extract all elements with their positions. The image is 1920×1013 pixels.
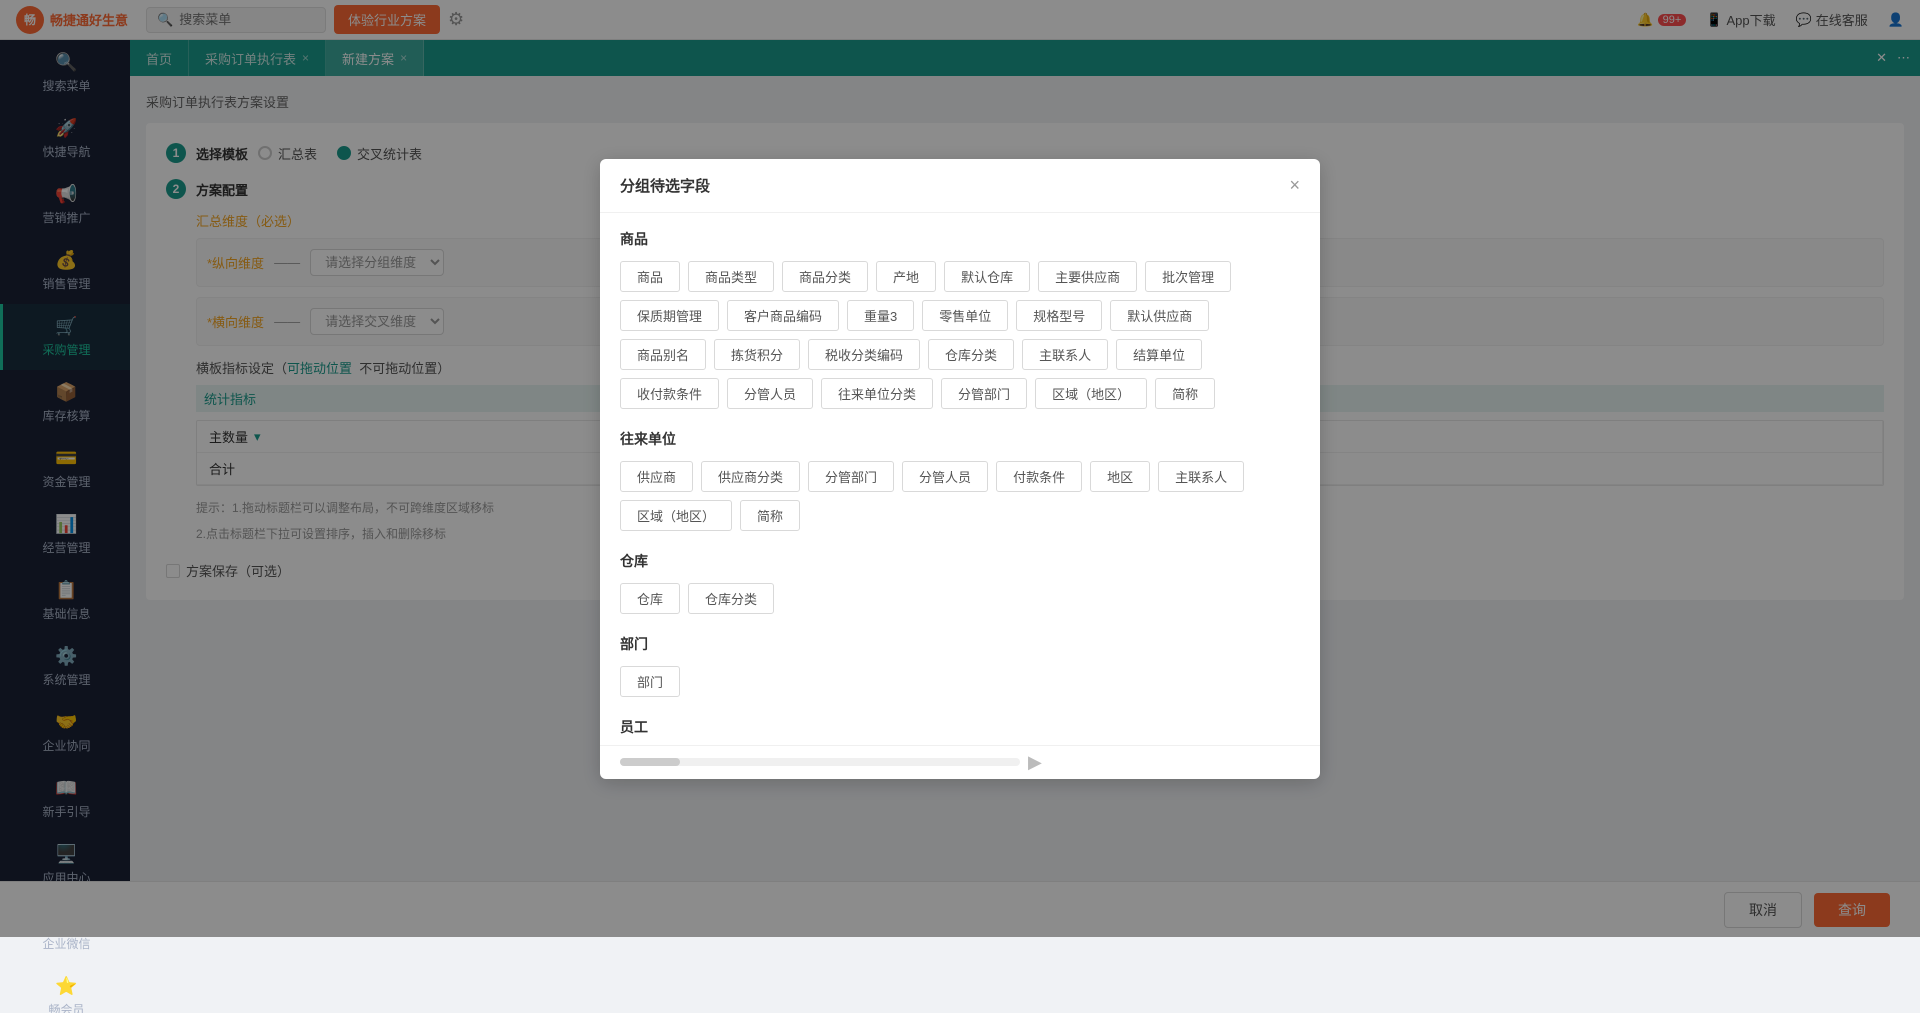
- field-tag[interactable]: 默认供应商: [1110, 300, 1209, 331]
- section-department-title: 部门: [620, 634, 1300, 654]
- scroll-right-arrow[interactable]: ▶: [1028, 752, 1042, 773]
- field-tag[interactable]: 产地: [876, 261, 936, 292]
- field-tag[interactable]: 规格型号: [1016, 300, 1102, 331]
- section-partner: 往来单位 供应商 供应商分类 分管部门 分管人员 付款条件 地区 主联系人 区域…: [620, 429, 1300, 531]
- field-tag[interactable]: 分管人员: [902, 461, 988, 492]
- field-tag[interactable]: 分管部门: [941, 378, 1027, 409]
- field-tag[interactable]: 简称: [740, 500, 800, 531]
- field-tag[interactable]: 默认仓库: [944, 261, 1030, 292]
- modal-hscroll-bar: ▶: [600, 745, 1320, 779]
- field-tag[interactable]: 商品: [620, 261, 680, 292]
- modal-title: 分组待选字段: [620, 175, 710, 196]
- field-tag[interactable]: 分管部门: [808, 461, 894, 492]
- field-tag[interactable]: 供应商分类: [701, 461, 800, 492]
- field-tag[interactable]: 部门: [620, 666, 680, 697]
- section-employee-title: 员工: [620, 717, 1300, 737]
- section-department-tags: 部门: [620, 666, 1300, 697]
- field-tag[interactable]: 仓库: [620, 583, 680, 614]
- section-partner-title: 往来单位: [620, 429, 1300, 449]
- field-tag[interactable]: 商品别名: [620, 339, 706, 370]
- section-employee: 员工 业务员: [620, 717, 1300, 745]
- modal-overlay: 分组待选字段 × 商品 商品 商品类型 商品分类 产地 默认仓库 主要供应商 批…: [0, 0, 1920, 937]
- field-tag[interactable]: 结算单位: [1116, 339, 1202, 370]
- modal-body[interactable]: 商品 商品 商品类型 商品分类 产地 默认仓库 主要供应商 批次管理 保质期管理…: [600, 213, 1320, 745]
- field-tag[interactable]: 重量3: [847, 300, 914, 331]
- field-tag[interactable]: 往来单位分类: [821, 378, 933, 409]
- section-department: 部门 部门: [620, 634, 1300, 697]
- modal-close-button[interactable]: ×: [1289, 175, 1300, 196]
- section-warehouse-title: 仓库: [620, 551, 1300, 571]
- field-tag[interactable]: 客户商品编码: [727, 300, 839, 331]
- field-tag[interactable]: 主要供应商: [1038, 261, 1137, 292]
- field-tag[interactable]: 简称: [1155, 378, 1215, 409]
- field-tag[interactable]: 区域（地区）: [620, 500, 732, 531]
- section-warehouse-tags: 仓库 仓库分类: [620, 583, 1300, 614]
- field-tag[interactable]: 区域（地区）: [1035, 378, 1147, 409]
- field-tag[interactable]: 拣货积分: [714, 339, 800, 370]
- section-warehouse: 仓库 仓库 仓库分类: [620, 551, 1300, 614]
- field-tag[interactable]: 仓库分类: [688, 583, 774, 614]
- field-tag[interactable]: 收付款条件: [620, 378, 719, 409]
- modal-header: 分组待选字段 ×: [600, 159, 1320, 213]
- field-tag[interactable]: 地区: [1090, 461, 1150, 492]
- field-tag[interactable]: 付款条件: [996, 461, 1082, 492]
- field-tag[interactable]: 供应商: [620, 461, 693, 492]
- field-tag[interactable]: 保质期管理: [620, 300, 719, 331]
- horizontal-scroll-thumb[interactable]: [620, 758, 680, 766]
- field-tag[interactable]: 主联系人: [1158, 461, 1244, 492]
- section-goods: 商品 商品 商品类型 商品分类 产地 默认仓库 主要供应商 批次管理 保质期管理…: [620, 229, 1300, 409]
- field-selection-modal: 分组待选字段 × 商品 商品 商品类型 商品分类 产地 默认仓库 主要供应商 批…: [600, 159, 1320, 779]
- field-tag[interactable]: 零售单位: [922, 300, 1008, 331]
- field-tag[interactable]: 商品类型: [688, 261, 774, 292]
- horizontal-scrollbar[interactable]: [620, 758, 1020, 766]
- field-tag[interactable]: 商品分类: [782, 261, 868, 292]
- field-tag[interactable]: 批次管理: [1145, 261, 1231, 292]
- field-tag[interactable]: 仓库分类: [928, 339, 1014, 370]
- field-tag[interactable]: 税收分类编码: [808, 339, 920, 370]
- field-tag[interactable]: 分管人员: [727, 378, 813, 409]
- section-goods-title: 商品: [620, 229, 1300, 249]
- section-goods-tags: 商品 商品类型 商品分类 产地 默认仓库 主要供应商 批次管理 保质期管理 客户…: [620, 261, 1300, 409]
- section-partner-tags: 供应商 供应商分类 分管部门 分管人员 付款条件 地区 主联系人 区域（地区） …: [620, 461, 1300, 531]
- field-tag[interactable]: 主联系人: [1022, 339, 1108, 370]
